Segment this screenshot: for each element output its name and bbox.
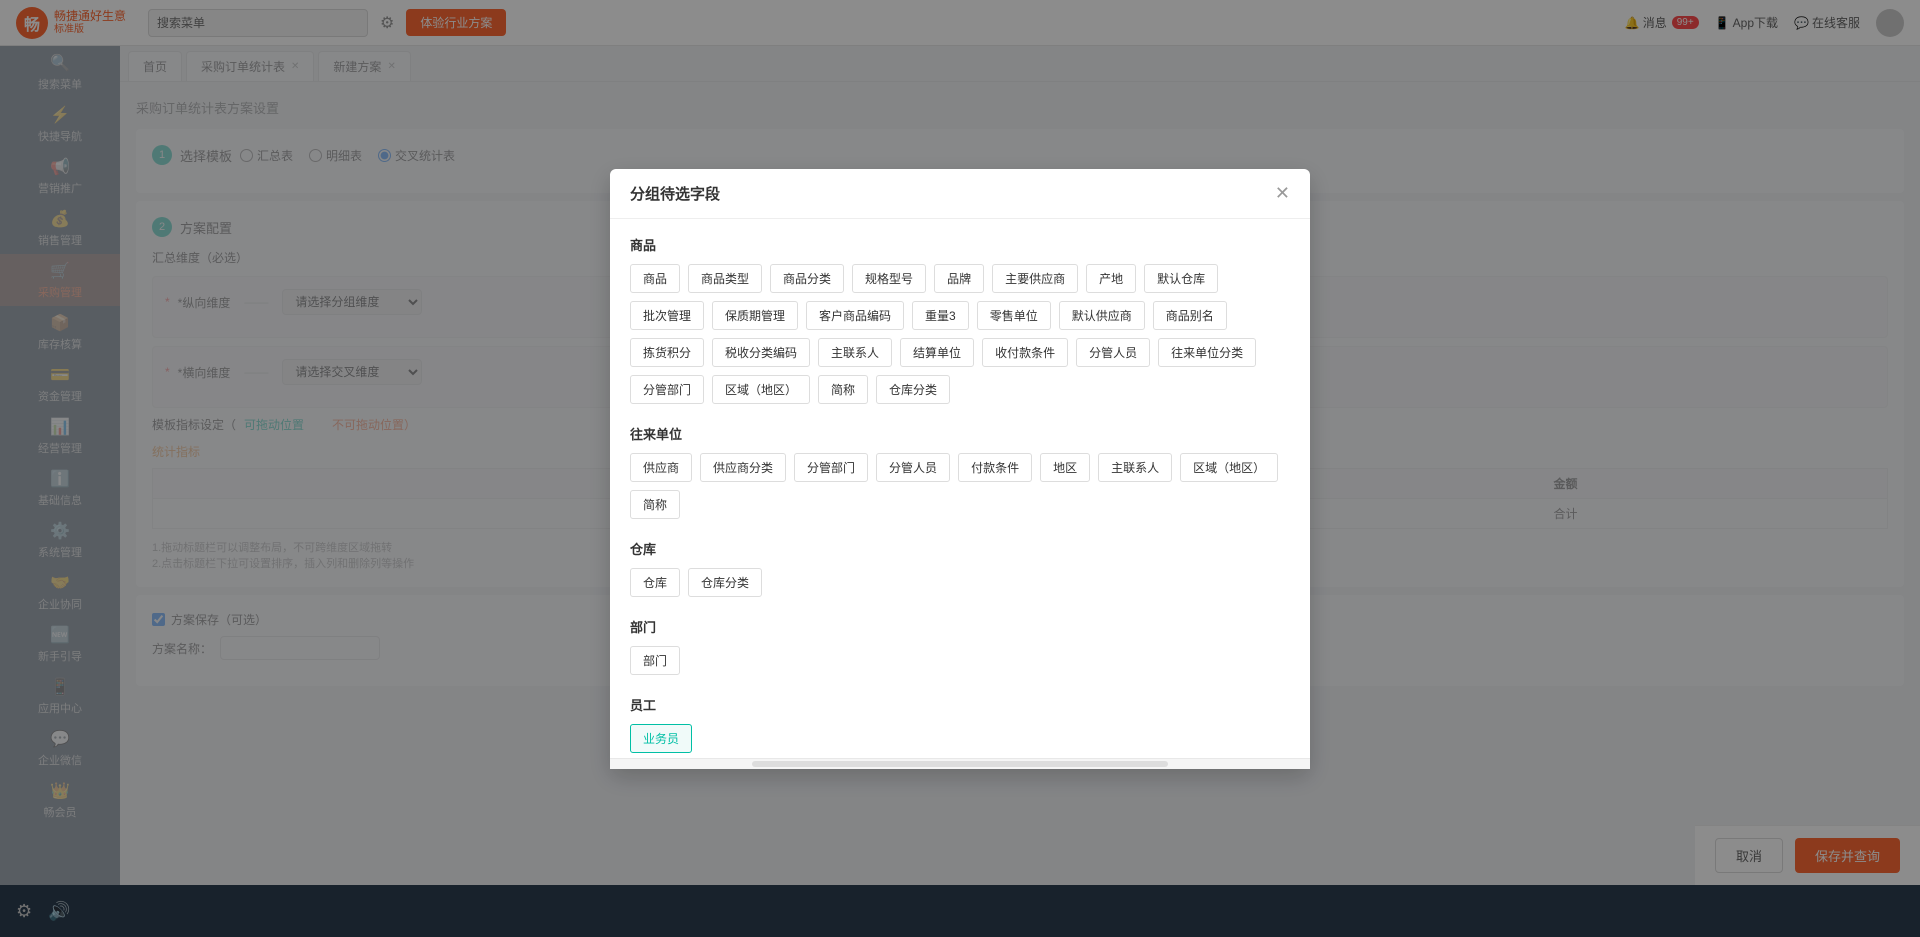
- chip-default-warehouse[interactable]: 默认仓库: [1144, 264, 1218, 293]
- chip-supplier[interactable]: 供应商: [630, 453, 692, 482]
- chip-region-goods[interactable]: 区域（地区）: [712, 375, 810, 404]
- chip-goods[interactable]: 商品: [630, 264, 680, 293]
- chip-short-name-goods[interactable]: 简称: [818, 375, 868, 404]
- chip-dept[interactable]: 部门: [630, 646, 680, 675]
- chip-brand[interactable]: 品牌: [934, 264, 984, 293]
- modal-hscroll[interactable]: [610, 758, 1310, 769]
- modal-title: 分组待选字段: [630, 183, 720, 204]
- dept-chips: 部门: [630, 646, 1290, 675]
- employee-chips: 业务员: [630, 724, 1290, 753]
- section-goods: 商品 商品 商品类型 商品分类 规格型号 品牌 主要供应商 产地 默认仓库 批次…: [630, 235, 1290, 404]
- chip-goods-type[interactable]: 商品类型: [688, 264, 762, 293]
- chip-warehouse-category-goods[interactable]: 仓库分类: [876, 375, 950, 404]
- chip-sales-person[interactable]: 业务员: [630, 724, 692, 753]
- section-employee-title: 员工: [630, 695, 1290, 714]
- modal-body[interactable]: 商品 商品 商品类型 商品分类 规格型号 品牌 主要供应商 产地 默认仓库 批次…: [610, 219, 1310, 758]
- chip-settlement-unit[interactable]: 结算单位: [900, 338, 974, 367]
- chip-warehouse[interactable]: 仓库: [630, 568, 680, 597]
- chip-region-partner[interactable]: 地区: [1040, 453, 1090, 482]
- section-warehouse-title: 仓库: [630, 539, 1290, 558]
- warehouse-chips: 仓库 仓库分类: [630, 568, 1290, 597]
- chip-partner-category[interactable]: 往来单位分类: [1158, 338, 1256, 367]
- chip-retail-unit[interactable]: 零售单位: [977, 301, 1051, 330]
- partner-chips: 供应商 供应商分类 分管部门 分管人员 付款条件 地区 主联系人 区域（地区） …: [630, 453, 1290, 519]
- chip-supervisor-partner[interactable]: 分管人员: [876, 453, 950, 482]
- section-employee: 员工 业务员: [630, 695, 1290, 753]
- chip-pick-points[interactable]: 拣货积分: [630, 338, 704, 367]
- goods-chips: 商品 商品类型 商品分类 规格型号 品牌 主要供应商 产地 默认仓库 批次管理 …: [630, 264, 1290, 404]
- chip-goods-alias[interactable]: 商品别名: [1153, 301, 1227, 330]
- chip-payment-terms[interactable]: 收付款条件: [982, 338, 1068, 367]
- chip-dept-partner[interactable]: 分管部门: [794, 453, 868, 482]
- chip-spec-model[interactable]: 规格型号: [852, 264, 926, 293]
- field-selection-modal: 分组待选字段 ✕ 商品 商品 商品类型 商品分类 规格型号 品牌 主要供应商 产…: [610, 169, 1310, 769]
- chip-weight[interactable]: 重量3: [912, 301, 969, 330]
- modal-header: 分组待选字段 ✕: [610, 169, 1310, 219]
- chip-goods-category[interactable]: 商品分类: [770, 264, 844, 293]
- chip-batch-mgmt[interactable]: 批次管理: [630, 301, 704, 330]
- chip-expiry-mgmt[interactable]: 保质期管理: [712, 301, 798, 330]
- chip-warehouse-category[interactable]: 仓库分类: [688, 568, 762, 597]
- chip-main-supplier[interactable]: 主要供应商: [992, 264, 1078, 293]
- modal-overlay: 分组待选字段 ✕ 商品 商品 商品类型 商品分类 规格型号 品牌 主要供应商 产…: [0, 0, 1920, 937]
- chip-default-supplier[interactable]: 默认供应商: [1059, 301, 1145, 330]
- section-partner-title: 往来单位: [630, 424, 1290, 443]
- section-goods-title: 商品: [630, 235, 1290, 254]
- chip-supervisor[interactable]: 分管人员: [1076, 338, 1150, 367]
- chip-pay-terms-partner[interactable]: 付款条件: [958, 453, 1032, 482]
- chip-main-contact[interactable]: 主联系人: [818, 338, 892, 367]
- chip-dept-managed[interactable]: 分管部门: [630, 375, 704, 404]
- section-dept: 部门 部门: [630, 617, 1290, 675]
- section-warehouse: 仓库 仓库 仓库分类: [630, 539, 1290, 597]
- hscroll-thumb: [752, 761, 1167, 767]
- section-dept-title: 部门: [630, 617, 1290, 636]
- chip-short-name-partner[interactable]: 简称: [630, 490, 680, 519]
- chip-supplier-category[interactable]: 供应商分类: [700, 453, 786, 482]
- chip-origin[interactable]: 产地: [1086, 264, 1136, 293]
- chip-region2-partner[interactable]: 区域（地区）: [1180, 453, 1278, 482]
- modal-close-btn[interactable]: ✕: [1275, 183, 1290, 204]
- chip-tax-code[interactable]: 税收分类编码: [712, 338, 810, 367]
- chip-customer-code[interactable]: 客户商品编码: [806, 301, 904, 330]
- chip-main-contact-partner[interactable]: 主联系人: [1098, 453, 1172, 482]
- section-partner: 往来单位 供应商 供应商分类 分管部门 分管人员 付款条件 地区 主联系人 区域…: [630, 424, 1290, 519]
